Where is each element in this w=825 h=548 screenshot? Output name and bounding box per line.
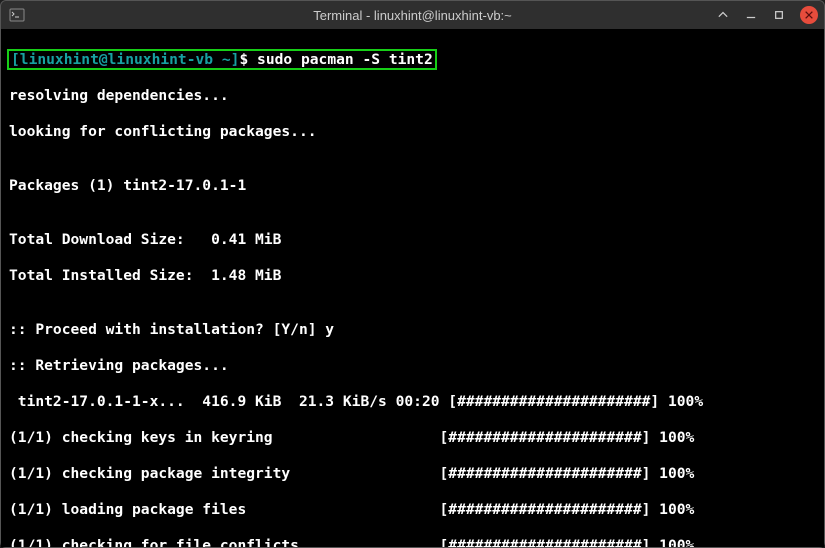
output-line: (1/1) checking keys in keyring [########… [9,429,816,447]
terminal-window: Terminal - linuxhint@linuxhint-vb:~ [lin… [0,0,825,548]
prompt-dollar: $ [239,51,257,68]
highlight-box: [linuxhint@linuxhint-vb ~]$ sudo pacman … [7,49,437,70]
output-line: (1/1) checking package integrity [######… [9,465,816,483]
window-title: Terminal - linuxhint@linuxhint-vb:~ [1,8,824,23]
window-up-button[interactable] [716,8,730,22]
output-line: Total Download Size: 0.41 MiB [9,231,816,249]
window-controls [716,1,818,29]
output-line: Packages (1) tint2-17.0.1-1 [9,177,816,195]
prompt-line-1: [linuxhint@linuxhint-vb ~]$ sudo pacman … [9,51,816,69]
app-icon [9,7,25,23]
output-line: tint2-17.0.1-1-x... 416.9 KiB 21.3 KiB/s… [9,393,816,411]
window-titlebar: Terminal - linuxhint@linuxhint-vb:~ [1,1,824,29]
prompt-user-host: [linuxhint@linuxhint-vb ~] [11,51,239,68]
output-line: resolving dependencies... [9,87,816,105]
output-line: Total Installed Size: 1.48 MiB [9,267,816,285]
output-line: :: Proceed with installation? [Y/n] y [9,321,816,339]
output-line: :: Retrieving packages... [9,357,816,375]
maximize-button[interactable] [772,8,786,22]
minimize-button[interactable] [744,8,758,22]
output-line: (1/1) checking for file conflicts [#####… [9,537,816,547]
terminal-output-area[interactable]: [linuxhint@linuxhint-vb ~]$ sudo pacman … [1,29,824,547]
close-button[interactable] [800,6,818,24]
output-line: looking for conflicting packages... [9,123,816,141]
command-text: sudo pacman -S tint2 [257,51,433,68]
resize-grip-icon[interactable] [808,531,822,545]
output-line: (1/1) loading package files [###########… [9,501,816,519]
